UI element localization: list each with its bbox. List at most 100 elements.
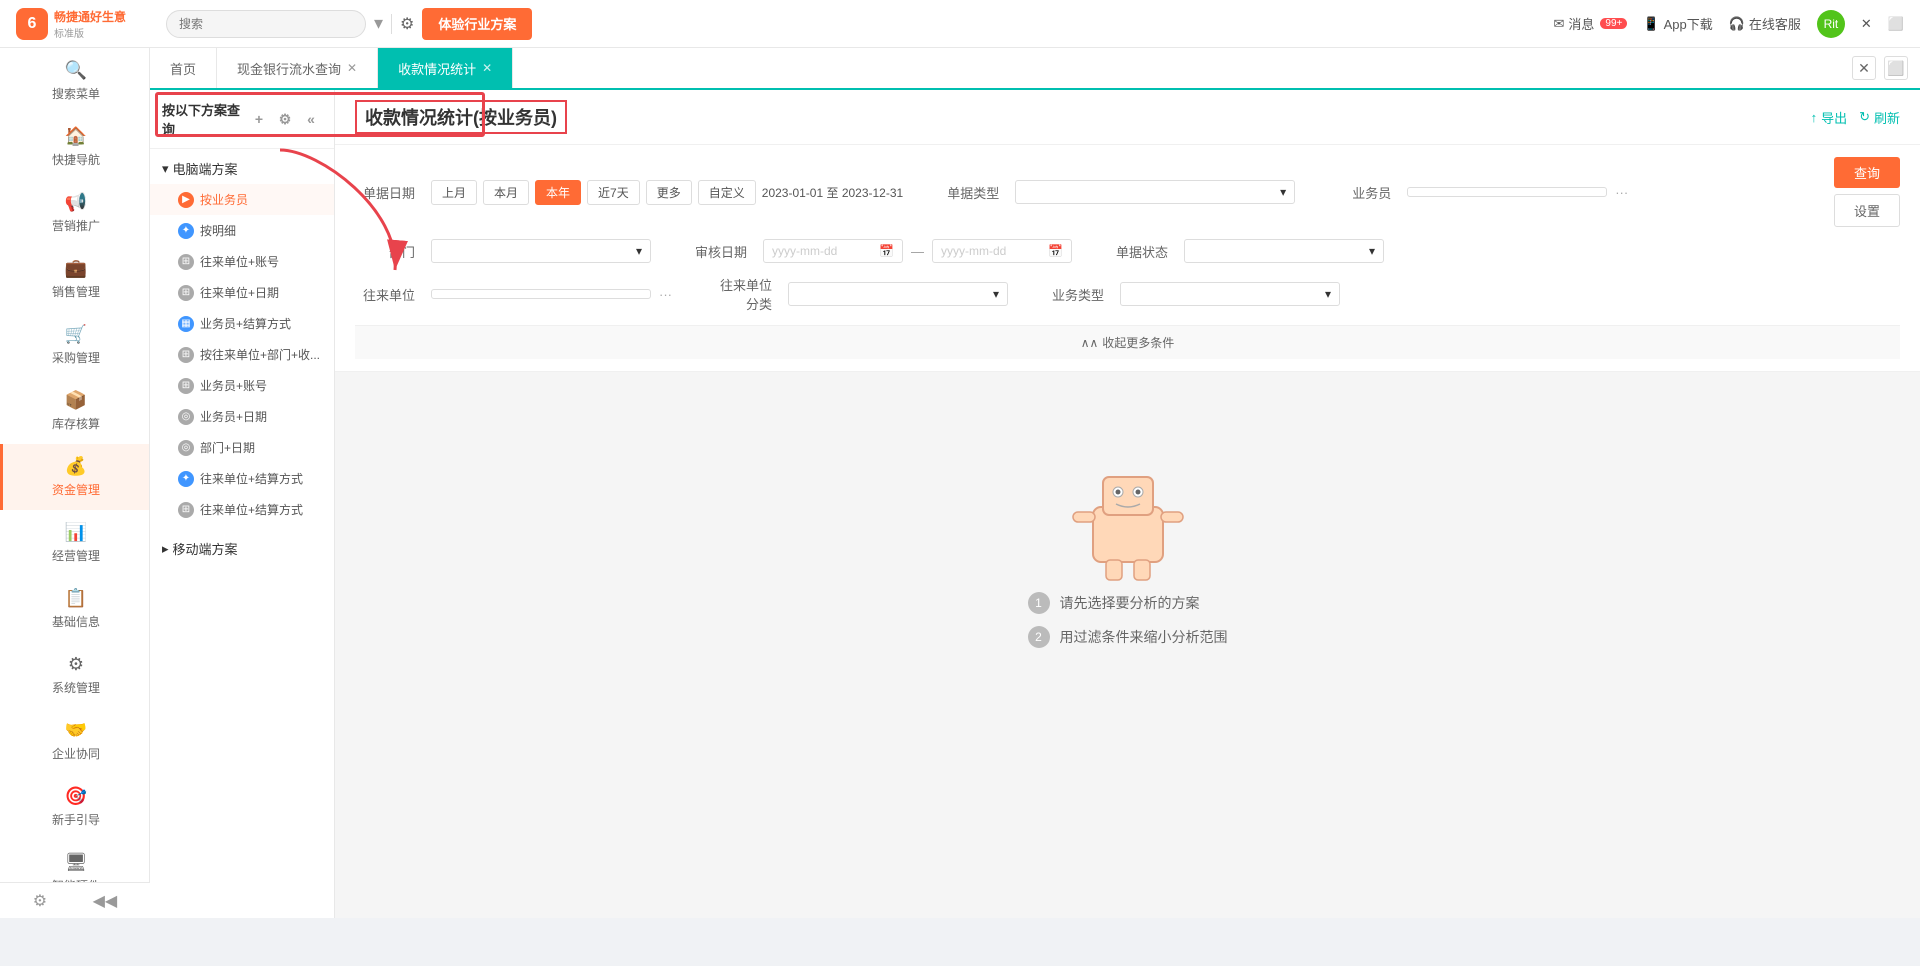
online-service-item[interactable]: 🎧 在线客服 — [1729, 14, 1801, 33]
collapse-panel-btn[interactable]: « — [300, 108, 322, 130]
window-close-btn[interactable]: ✕ — [1861, 16, 1872, 32]
business-type-select[interactable]: ▾ — [1120, 282, 1340, 306]
date-btn-last-month[interactable]: 上月 — [431, 180, 477, 205]
desktop-group-header[interactable]: ▾ 电脑端方案 — [150, 153, 334, 184]
header-dropdown-btn[interactable]: ▾ — [374, 13, 383, 34]
sidebar-label-system: 系统管理 — [52, 679, 100, 696]
business-type-dropdown-icon: ▾ — [1325, 287, 1331, 301]
scheme-item-partner-date[interactable]: ⊞ 往来单位+日期 — [150, 277, 334, 308]
header-right: ✉ 消息 99+ 📱 App下载 🎧 在线客服 Rit ✕ ⬜ — [1553, 10, 1904, 38]
scheme-settings-btn[interactable]: ⚙ — [274, 108, 296, 130]
sidebar-label-finance: 资金管理 — [52, 481, 100, 498]
date-btn-this-month[interactable]: 本月 — [483, 180, 529, 205]
scheme-label-salesperson-date: 业务员+日期 — [200, 408, 267, 425]
scheme-item-partner-account[interactable]: ⊞ 往来单位+账号 — [150, 246, 334, 277]
scheme-label-partner-payment2: 往来单位+结算方式 — [200, 501, 303, 518]
tab-receipt[interactable]: 收款情况统计 ✕ — [378, 48, 513, 88]
sidebar-item-quicknav[interactable]: 🏠 快捷导航 — [0, 114, 149, 180]
tab-expand-btn[interactable]: ⬜ — [1884, 56, 1908, 80]
date-btn-7days[interactable]: 近7天 — [587, 180, 640, 205]
status-select[interactable]: ▾ — [1184, 239, 1384, 263]
sidebar-item-purchase[interactable]: 🛒 采购管理 — [0, 312, 149, 378]
calendar-to-icon[interactable]: 📅 — [1048, 244, 1063, 258]
scheme-icon-detail: ✦ — [178, 223, 194, 239]
salesperson-label: 业务员 — [1331, 183, 1391, 202]
chevron-down-icon: ▾ — [162, 161, 169, 177]
sidebar-item-search[interactable]: 🔍 搜索菜单 — [0, 48, 149, 114]
online-service-label: 在线客服 — [1749, 14, 1801, 33]
salesperson-select[interactable] — [1407, 187, 1607, 197]
tab-bank-close[interactable]: ✕ — [347, 61, 357, 75]
sidebar-item-inventory[interactable]: 📦 库存核算 — [0, 378, 149, 444]
scheme-item-dept-date[interactable]: ◎ 部门+日期 — [150, 432, 334, 463]
add-scheme-btn[interactable]: + — [248, 108, 270, 130]
type-select[interactable]: ▾ — [1015, 180, 1295, 204]
trial-button[interactable]: 体验行业方案 — [422, 8, 532, 40]
date-btn-custom[interactable]: 自定义 — [698, 180, 756, 205]
export-icon: ↑ — [1811, 110, 1818, 125]
calendar-from-icon[interactable]: 📅 — [879, 244, 894, 258]
settings-bottom-btn[interactable]: ⚙ — [33, 891, 47, 911]
sidebar-item-marketing[interactable]: 📢 营销推广 — [0, 180, 149, 246]
sidebar-item-sales[interactable]: 💼 销售管理 — [0, 246, 149, 312]
review-date-from-input[interactable]: yyyy-mm-dd 📅 — [763, 239, 903, 263]
sidebar-item-guide[interactable]: 🎯 新手引导 — [0, 774, 149, 840]
sidebar: 🔍 搜索菜单 🏠 快捷导航 📢 营销推广 💼 销售管理 🛒 采购管理 📦 库存核… — [0, 48, 150, 918]
scheme-icon-partner-account: ⊞ — [178, 254, 194, 270]
date-dash: — — [911, 244, 924, 259]
app-download-item[interactable]: 📱 App下载 — [1643, 14, 1712, 33]
mobile-group-header[interactable]: ▸ 移动端方案 — [150, 533, 334, 564]
service-icon: 🎧 — [1729, 16, 1745, 32]
scheme-item-salesperson-date[interactable]: ◎ 业务员+日期 — [150, 401, 334, 432]
close-icon: ✕ — [1861, 16, 1872, 32]
scheme-item-salesperson-account[interactable]: ⊞ 业务员+账号 — [150, 370, 334, 401]
review-date-to-input[interactable]: yyyy-mm-dd 📅 — [932, 239, 1072, 263]
search-input[interactable] — [166, 10, 366, 38]
home-icon: 🏠 — [65, 126, 87, 147]
collab-icon: 🤝 — [65, 720, 87, 741]
refresh-btn[interactable]: ↻ 刷新 — [1859, 108, 1900, 127]
scheme-label-salesperson: 按业务员 — [200, 191, 248, 208]
collapse-sidebar-btn[interactable]: ◀◀ — [93, 891, 118, 911]
std-badge: 标准版 — [54, 25, 126, 40]
sidebar-item-operation[interactable]: 📊 经营管理 — [0, 510, 149, 576]
partner-category-select[interactable]: ▾ — [788, 282, 1008, 306]
window-maximize-btn[interactable]: ⬜ — [1888, 16, 1904, 32]
date-btn-more[interactable]: 更多 — [646, 180, 692, 205]
scheme-icon-dept-date: ◎ — [178, 440, 194, 456]
tab-receipt-label: 收款情况统计 — [398, 59, 476, 78]
sales-icon: 💼 — [65, 258, 87, 279]
settings-button[interactable]: 设置 — [1834, 194, 1900, 227]
partner-category-label: 往来单位分类 — [712, 275, 772, 313]
partner-select[interactable] — [431, 289, 651, 299]
tab-bank-label: 现金银行流水查询 — [237, 59, 341, 78]
gear-icon[interactable]: ⚙ — [400, 14, 414, 34]
logo-text: 畅捷通好生意 — [54, 8, 126, 25]
dept-select[interactable]: ▾ — [431, 239, 651, 263]
sidebar-item-finance[interactable]: 💰 资金管理 — [0, 444, 149, 510]
scheme-item-salesperson[interactable]: ▶ 按业务员 — [150, 184, 334, 215]
sidebar-item-basic[interactable]: 📋 基础信息 — [0, 576, 149, 642]
tab-receipt-close[interactable]: ✕ — [482, 61, 492, 75]
sidebar-item-collab[interactable]: 🤝 企业协同 — [0, 708, 149, 774]
scheme-item-partner-payment1[interactable]: ✦ 往来单位+结算方式 — [150, 463, 334, 494]
tab-bank[interactable]: 现金银行流水查询 ✕ — [217, 48, 378, 88]
tab-home[interactable]: 首页 — [150, 48, 217, 88]
tab-close-all-btn[interactable]: ✕ — [1852, 56, 1876, 80]
scheme-item-detail[interactable]: ✦ 按明细 — [150, 215, 334, 246]
salesperson-more-btn[interactable]: ··· — [1615, 185, 1628, 200]
scheme-item-salesperson-payment[interactable]: ▦ 业务员+结算方式 — [150, 308, 334, 339]
sidebar-item-system[interactable]: ⚙ 系统管理 — [0, 642, 149, 708]
scheme-group-mobile: ▸ 移动端方案 — [150, 529, 334, 568]
partner-more-btn[interactable]: ··· — [659, 287, 672, 302]
query-button[interactable]: 查询 — [1834, 157, 1900, 188]
message-item[interactable]: ✉ 消息 99+ — [1553, 14, 1627, 33]
export-btn[interactable]: ↑ 导出 — [1811, 108, 1848, 127]
scheme-icon-partner-payment2: ⊞ — [178, 502, 194, 518]
scheme-item-partner-dept[interactable]: ⊞ 按往来单位+部门+收... — [150, 339, 334, 370]
date-btn-this-year[interactable]: 本年 — [535, 180, 581, 205]
collapse-more-btn[interactable]: ∧∧ 收起更多条件 — [355, 325, 1900, 359]
message-label: 消息 — [1568, 14, 1594, 33]
avatar[interactable]: Rit — [1817, 10, 1845, 38]
scheme-item-partner-payment2[interactable]: ⊞ 往来单位+结算方式 — [150, 494, 334, 525]
